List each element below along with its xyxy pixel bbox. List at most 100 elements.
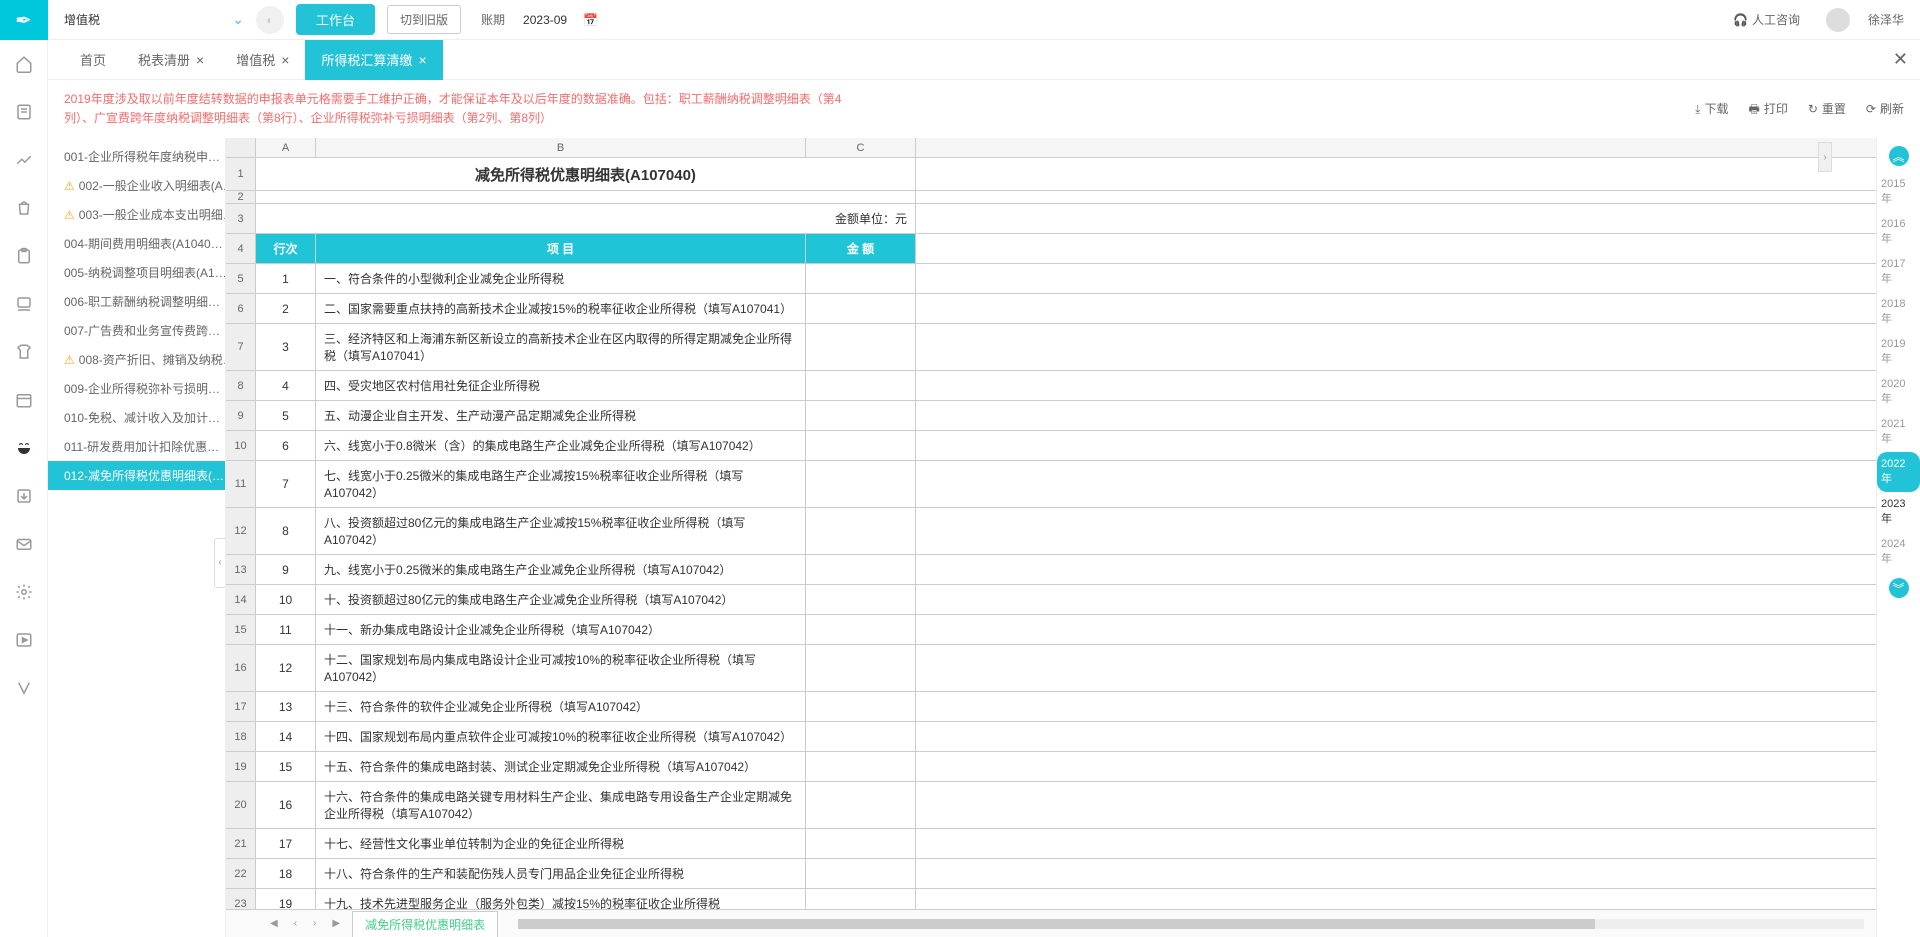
cell-rownum[interactable]: 1 xyxy=(256,264,316,293)
app-logo[interactable]: ✒ xyxy=(0,0,48,40)
cell-rownum[interactable]: 10 xyxy=(256,585,316,614)
cell-item[interactable]: 四、受灾地区农村信用社免征企业所得税 xyxy=(316,371,806,400)
cell-item[interactable]: 十九、技术先进型服务企业（服务外包类）减按15%的税率征收企业所得税 xyxy=(316,889,806,909)
cell-rownum[interactable]: 4 xyxy=(256,371,316,400)
tree-item-3[interactable]: 004-期间费用明细表(A1040… xyxy=(48,229,225,258)
row-header[interactable]: 14 xyxy=(226,585,256,614)
year-2016年[interactable]: 2016年 xyxy=(1877,212,1920,252)
tree-item-9[interactable]: 010-免税、减计收入及加计… xyxy=(48,403,225,432)
year-2018年[interactable]: 2018年 xyxy=(1877,292,1920,332)
right-expand-handle[interactable]: › xyxy=(1818,142,1832,172)
unit-cell[interactable]: 金额单位：元 xyxy=(256,204,916,233)
year-2015年[interactable]: 2015年 xyxy=(1877,172,1920,212)
cell-amount[interactable] xyxy=(806,859,916,888)
rail-chart-icon[interactable] xyxy=(0,136,48,184)
cell-rownum[interactable]: 6 xyxy=(256,431,316,460)
sheet-nav-first[interactable]: ◀ xyxy=(266,918,282,929)
cell-rownum[interactable]: 18 xyxy=(256,859,316,888)
consult-link[interactable]: 🎧人工咨询 xyxy=(1733,11,1800,28)
cell-amount[interactable] xyxy=(806,555,916,584)
cell-rownum[interactable]: 14 xyxy=(256,722,316,751)
user-name[interactable]: 徐泽华 xyxy=(1868,11,1904,28)
cell-amount[interactable] xyxy=(806,401,916,430)
col-header-c[interactable]: C xyxy=(806,138,916,157)
print-action[interactable]: 🖶 打印 xyxy=(1749,100,1788,119)
row-header[interactable]: 7 xyxy=(226,324,256,370)
cell-amount[interactable] xyxy=(806,371,916,400)
cell-amount[interactable] xyxy=(806,829,916,858)
tree-item-0[interactable]: 001-企业所得税年度纳税申… xyxy=(48,142,225,171)
row-header[interactable]: 6 xyxy=(226,294,256,323)
cell-amount[interactable] xyxy=(806,692,916,721)
tree-item-1[interactable]: ⚠002-一般企业收入明细表(A… xyxy=(48,171,225,200)
tree-item-2[interactable]: ⚠003-一般企业成本支出明细… xyxy=(48,200,225,229)
rail-shirt-icon[interactable] xyxy=(0,328,48,376)
row-header[interactable]: 9 xyxy=(226,401,256,430)
cell-item[interactable]: 九、线宽小于0.25微米的集成电路生产企业减免企业所得税（填写A107042） xyxy=(316,555,806,584)
period-value[interactable]: 2023-09 xyxy=(523,13,567,27)
tab-close-icon[interactable]: × xyxy=(281,52,289,68)
rail-mail-icon[interactable] xyxy=(0,520,48,568)
row-header[interactable]: 10 xyxy=(226,431,256,460)
row-header[interactable]: 8 xyxy=(226,371,256,400)
row-header[interactable]: 22 xyxy=(226,859,256,888)
rail-calendar-icon[interactable] xyxy=(0,376,48,424)
cell-amount[interactable] xyxy=(806,752,916,781)
hdr-amount[interactable]: 金 额 xyxy=(806,234,916,263)
cell-item[interactable]: 七、线宽小于0.25微米的集成电路生产企业减按15%税率征收企业所得税（填写A1… xyxy=(316,461,806,507)
year-2023年[interactable]: 2023年 xyxy=(1877,492,1920,532)
rail-home-icon[interactable] xyxy=(0,40,48,88)
tree-item-7[interactable]: ⚠008-资产折旧、摊销及纳税… xyxy=(48,345,225,374)
cell-item[interactable]: 十三、符合条件的软件企业减免企业所得税（填写A107042） xyxy=(316,692,806,721)
row-header[interactable]: 5 xyxy=(226,264,256,293)
cell-amount[interactable] xyxy=(806,294,916,323)
row-header[interactable]: 3 xyxy=(226,204,256,233)
module-dropdown[interactable]: 增值税 ⌄ xyxy=(64,11,244,28)
h-scrollbar[interactable] xyxy=(518,919,1864,929)
cell-rownum[interactable]: 19 xyxy=(256,889,316,909)
sheet-title[interactable]: 减免所得税优惠明细表(A107040) xyxy=(256,158,916,190)
cell-amount[interactable] xyxy=(806,722,916,751)
sheet-body[interactable]: 1减免所得税优惠明细表(A107040)23金额单位：元4行次项 目金 额51一… xyxy=(226,158,1876,909)
year-up[interactable]: ︽ xyxy=(1889,146,1909,166)
tab-close-icon[interactable]: × xyxy=(418,52,426,68)
cell-rownum[interactable]: 13 xyxy=(256,692,316,721)
row-header[interactable]: 4 xyxy=(226,234,256,263)
row-header[interactable]: 20 xyxy=(226,782,256,828)
cell-rownum[interactable]: 9 xyxy=(256,555,316,584)
calendar-icon[interactable]: 📅 xyxy=(583,13,598,27)
cell-item[interactable]: 八、投资额超过80亿元的集成电路生产企业减按15%税率征收企业所得税（填写A10… xyxy=(316,508,806,554)
rail-play-icon[interactable] xyxy=(0,616,48,664)
switch-old-button[interactable]: 切到旧版 xyxy=(387,5,461,34)
row-header[interactable]: 16 xyxy=(226,645,256,691)
year-2024年[interactable]: 2024年 xyxy=(1877,532,1920,572)
cell-item[interactable]: 十一、新办集成电路设计企业减免企业所得税（填写A107042） xyxy=(316,615,806,644)
cell-amount[interactable] xyxy=(806,324,916,370)
cell-item[interactable]: 十四、国家规划布局内重点软件企业可减按10%的税率征收企业所得税（填写A1070… xyxy=(316,722,806,751)
hdr-rownum[interactable]: 行次 xyxy=(256,234,316,263)
sheet-tab[interactable]: 减免所得税优惠明细表 xyxy=(352,911,498,937)
cell-rownum[interactable]: 7 xyxy=(256,461,316,507)
reset-action[interactable]: ↻ 重置 xyxy=(1808,100,1846,119)
row-header[interactable]: 23 xyxy=(226,889,256,909)
cell-rownum[interactable]: 3 xyxy=(256,324,316,370)
rail-bag-icon[interactable] xyxy=(0,184,48,232)
cell-item[interactable]: 六、线宽小于0.8微米（含）的集成电路生产企业减免企业所得税（填写A107042… xyxy=(316,431,806,460)
year-2021年[interactable]: 2021年 xyxy=(1877,412,1920,452)
rail-stamp-icon[interactable] xyxy=(0,280,48,328)
cell-rownum[interactable]: 11 xyxy=(256,615,316,644)
cell-item[interactable]: 十六、符合条件的集成电路关键专用材料生产企业、集成电路专用设备生产企业定期减免企… xyxy=(316,782,806,828)
row-header[interactable]: 18 xyxy=(226,722,256,751)
cell-rownum[interactable]: 16 xyxy=(256,782,316,828)
cell-amount[interactable] xyxy=(806,461,916,507)
col-header-b[interactable]: B xyxy=(316,138,806,157)
year-2020年[interactable]: 2020年 xyxy=(1877,372,1920,412)
cell-item[interactable]: 十五、符合条件的集成电路封装、测试企业定期减免企业所得税（填写A107042） xyxy=(316,752,806,781)
close-all-tabs[interactable]: ✕ xyxy=(1893,49,1908,70)
tree-collapse-handle[interactable]: ‹ xyxy=(214,538,226,588)
sheet-nav-last[interactable]: ▶ xyxy=(328,918,344,929)
cell-item[interactable]: 一、符合条件的小型微利企业减免企业所得税 xyxy=(316,264,806,293)
avatar[interactable] xyxy=(1826,8,1850,32)
tree-item-5[interactable]: 006-职工薪酬纳税调整明细… xyxy=(48,287,225,316)
tab-close-icon[interactable]: × xyxy=(196,52,204,68)
